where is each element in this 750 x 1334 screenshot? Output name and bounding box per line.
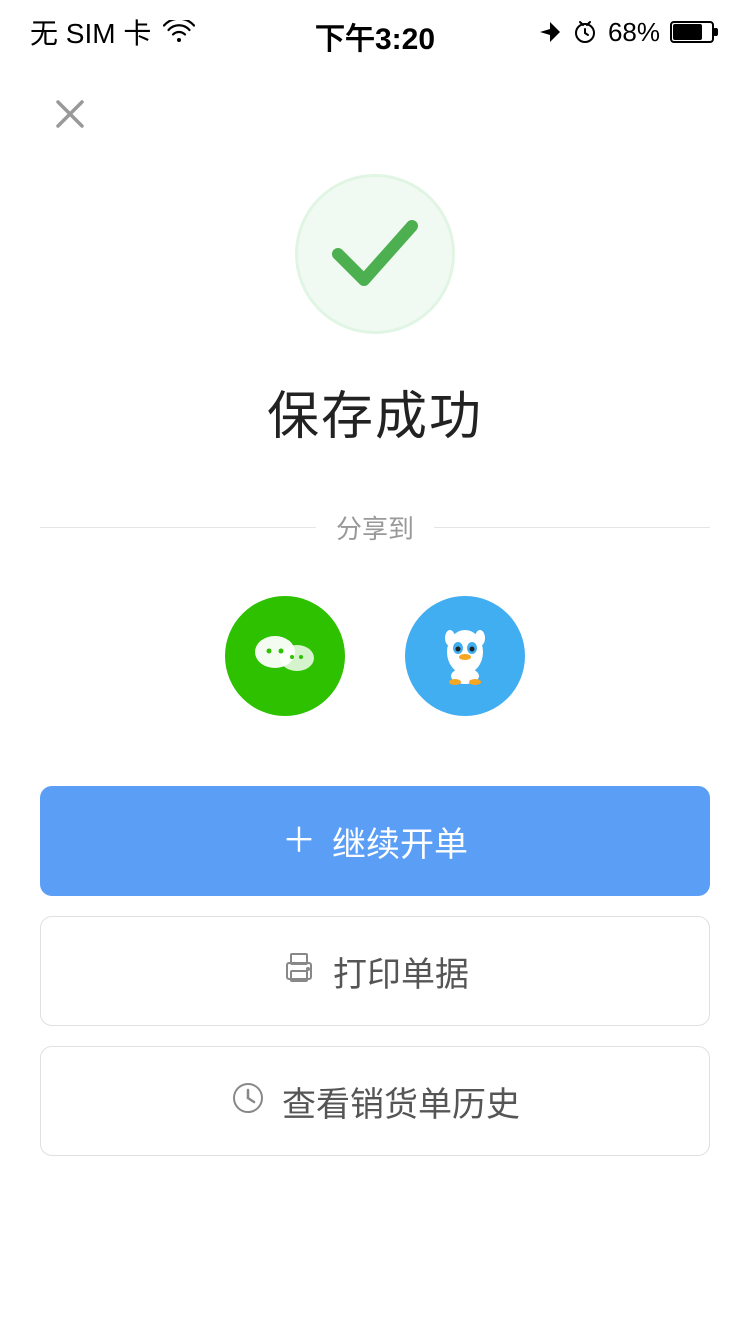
- success-title: 保存成功: [267, 374, 483, 449]
- checkmark-icon: [330, 218, 420, 290]
- main-content: 保存成功 分享到: [0, 64, 750, 1216]
- history-button[interactable]: 查看销货单历史: [40, 1046, 710, 1156]
- no-sim-label: 无 SIM 卡: [30, 12, 151, 52]
- action-buttons: ＋ 继续开单 打印单据: [40, 786, 710, 1156]
- battery-percent: 68%: [608, 17, 660, 48]
- share-label: 分享到: [336, 509, 414, 546]
- status-bar: 无 SIM 卡 下午3:20 68%: [0, 0, 750, 64]
- share-wechat-button[interactable]: [225, 596, 345, 716]
- print-button[interactable]: 打印单据: [40, 916, 710, 1026]
- qq-icon: [431, 622, 499, 690]
- battery-icon: [670, 19, 720, 45]
- history-label: 查看销货单历史: [282, 1077, 520, 1126]
- clock-icon: [230, 1080, 266, 1122]
- close-icon: [52, 96, 88, 132]
- print-label: 打印单据: [333, 947, 469, 996]
- success-circle: [295, 174, 455, 334]
- wechat-icon: [249, 620, 321, 692]
- divider-line-left: [40, 527, 316, 528]
- location-icon: [538, 20, 562, 44]
- close-button[interactable]: [40, 84, 100, 144]
- status-left: 无 SIM 卡: [30, 12, 195, 52]
- divider-line-right: [434, 527, 710, 528]
- share-divider: 分享到: [40, 509, 710, 546]
- share-qq-button[interactable]: [405, 596, 525, 716]
- printer-icon: [281, 950, 317, 992]
- plus-icon: ＋: [282, 824, 316, 858]
- alarm-icon: [572, 19, 598, 45]
- continue-label: 继续开单: [332, 817, 468, 866]
- status-right: 68%: [538, 17, 720, 48]
- status-time: 下午3:20: [315, 14, 435, 58]
- continue-button[interactable]: ＋ 继续开单: [40, 786, 710, 896]
- wifi-icon: [163, 20, 195, 44]
- share-icons-row: [225, 596, 525, 716]
